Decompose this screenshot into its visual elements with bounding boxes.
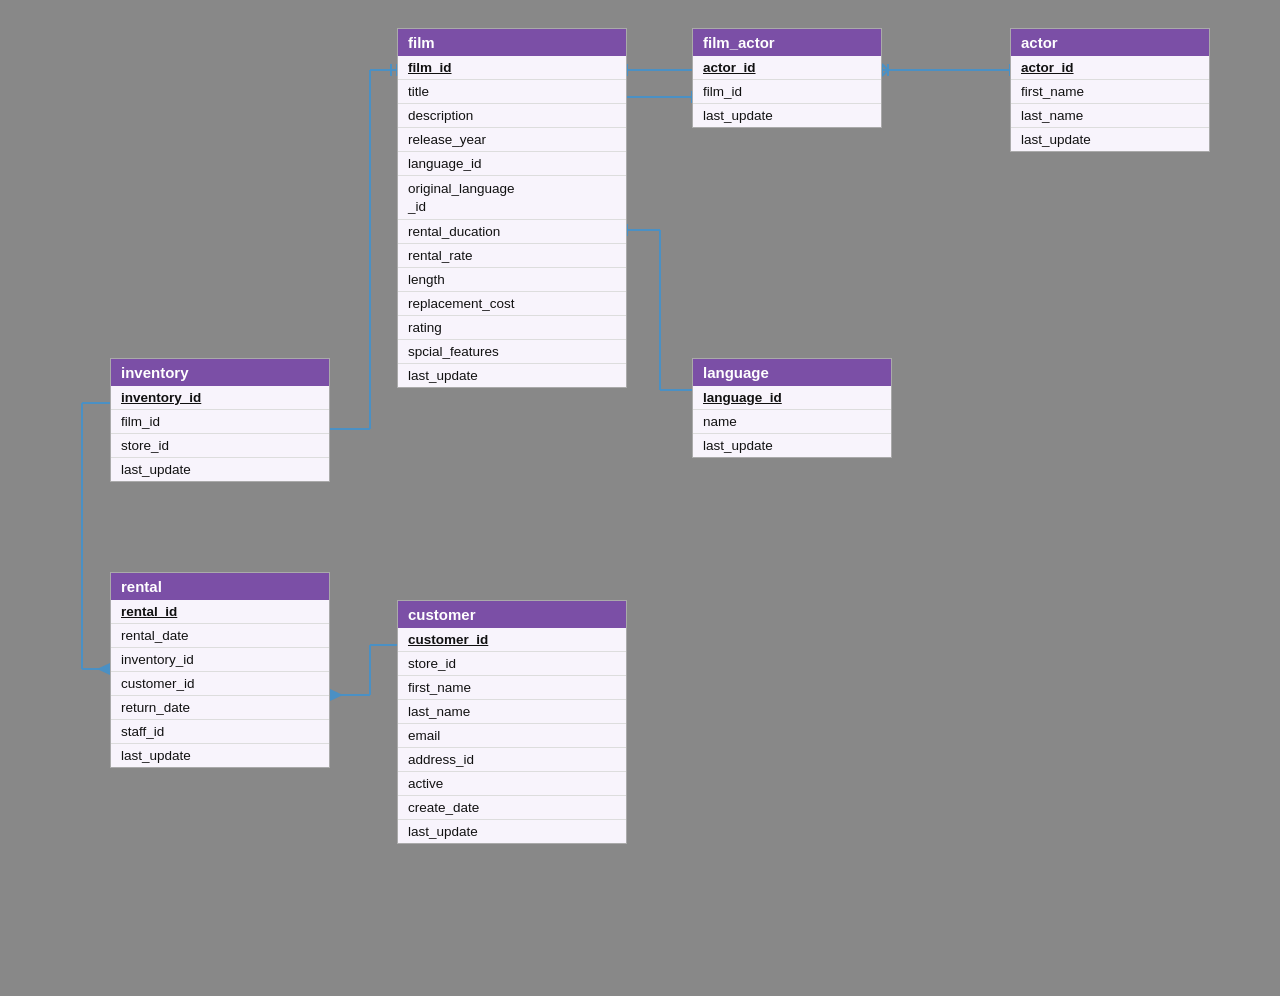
column-inventory-store_id: store_id: [111, 434, 329, 458]
svg-marker-31: [97, 663, 110, 675]
column-rental-customer_id: customer_id: [111, 672, 329, 696]
column-film-rating: rating: [398, 316, 626, 340]
table-language: languagelanguage_idnamelast_update: [692, 358, 892, 458]
column-customer-store_id: store_id: [398, 652, 626, 676]
column-film-description: description: [398, 104, 626, 128]
column-customer-last_name: last_name: [398, 700, 626, 724]
column-customer-create_date: create_date: [398, 796, 626, 820]
column-language-language_id: language_id: [693, 386, 891, 410]
table-inventory: inventoryinventory_idfilm_idstore_idlast…: [110, 358, 330, 482]
column-film-title: title: [398, 80, 626, 104]
column-film-film_id: film_id: [398, 56, 626, 80]
column-language-last_update: last_update: [693, 434, 891, 457]
column-film_actor-actor_id: actor_id: [693, 56, 881, 80]
column-film-last_update: last_update: [398, 364, 626, 387]
column-customer-first_name: first_name: [398, 676, 626, 700]
table-header-language: language: [693, 359, 891, 386]
table-header-rental: rental: [111, 573, 329, 600]
table-film_actor: film_actoractor_idfilm_idlast_update: [692, 28, 882, 128]
column-film_actor-last_update: last_update: [693, 104, 881, 127]
column-customer-last_update: last_update: [398, 820, 626, 843]
column-rental-rental_date: rental_date: [111, 624, 329, 648]
table-rental: rentalrental_idrental_dateinventory_idcu…: [110, 572, 330, 768]
column-customer-address_id: address_id: [398, 748, 626, 772]
column-film-length: length: [398, 268, 626, 292]
table-header-film_actor: film_actor: [693, 29, 881, 56]
column-customer-email: email: [398, 724, 626, 748]
column-inventory-last_update: last_update: [111, 458, 329, 481]
svg-marker-36: [330, 689, 343, 701]
column-actor-actor_id: actor_id: [1011, 56, 1209, 80]
column-customer-active: active: [398, 772, 626, 796]
column-film-original_language_id: original_language_id: [398, 176, 626, 220]
table-customer: customercustomer_idstore_idfirst_namelas…: [397, 600, 627, 844]
column-actor-first_name: first_name: [1011, 80, 1209, 104]
svg-line-9: [882, 64, 888, 70]
column-rental-staff_id: staff_id: [111, 720, 329, 744]
column-actor-last_update: last_update: [1011, 128, 1209, 151]
column-customer-customer_id: customer_id: [398, 628, 626, 652]
column-rental-last_update: last_update: [111, 744, 329, 767]
table-film: filmfilm_idtitledescriptionrelease_yearl…: [397, 28, 627, 388]
column-film-rental_ducation: rental_ducation: [398, 220, 626, 244]
column-inventory-inventory_id: inventory_id: [111, 386, 329, 410]
table-header-inventory: inventory: [111, 359, 329, 386]
column-film-replacement_cost: replacement_cost: [398, 292, 626, 316]
column-film-spcial_features: spcial_features: [398, 340, 626, 364]
svg-line-10: [882, 70, 888, 76]
column-film-language_id: language_id: [398, 152, 626, 176]
column-film-release_year: release_year: [398, 128, 626, 152]
column-language-name: name: [693, 410, 891, 434]
column-actor-last_name: last_name: [1011, 104, 1209, 128]
column-rental-inventory_id: inventory_id: [111, 648, 329, 672]
table-header-actor: actor: [1011, 29, 1209, 56]
column-inventory-film_id: film_id: [111, 410, 329, 434]
column-film_actor-film_id: film_id: [693, 80, 881, 104]
column-film-rental_rate: rental_rate: [398, 244, 626, 268]
table-header-film: film: [398, 29, 626, 56]
column-rental-rental_id: rental_id: [111, 600, 329, 624]
table-header-customer: customer: [398, 601, 626, 628]
table-actor: actoractor_idfirst_namelast_namelast_upd…: [1010, 28, 1210, 152]
column-rental-return_date: return_date: [111, 696, 329, 720]
